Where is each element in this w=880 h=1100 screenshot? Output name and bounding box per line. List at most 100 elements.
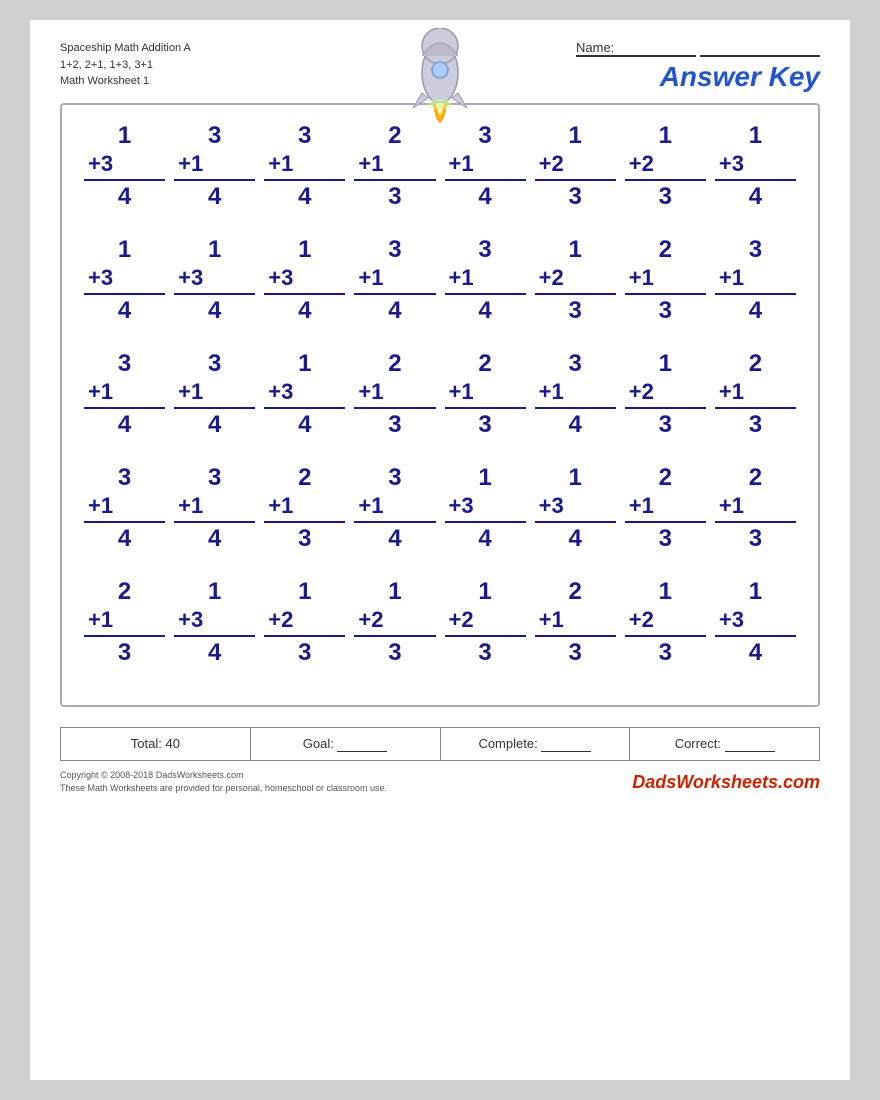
top-number: 1 [569, 464, 582, 493]
addend: +2 [264, 607, 293, 633]
problem-2-7: 2+13 [713, 348, 798, 442]
problem-4-5: 2+13 [533, 576, 618, 670]
problem-0-6: 1+23 [623, 120, 708, 214]
problem-3-6: 2+13 [623, 462, 708, 556]
problem-row-3: 3+143+142+133+141+341+342+132+13 [82, 462, 798, 556]
addend: +1 [264, 493, 293, 519]
top-number: 1 [749, 578, 762, 607]
copyright: Copyright © 2008-2018 DadsWorksheets.com… [60, 769, 820, 796]
top-number: 1 [569, 236, 582, 265]
top-number: 3 [478, 236, 491, 265]
addend: +1 [264, 151, 293, 177]
addend: +1 [174, 379, 203, 405]
top-number: 3 [118, 464, 131, 493]
top-number: 3 [208, 122, 221, 151]
answer: 4 [208, 639, 221, 668]
header-left: Spaceship Math Addition A 1+2, 2+1, 1+3,… [60, 40, 191, 90]
divider-line [264, 179, 345, 181]
correct-blank[interactable] [725, 736, 775, 752]
answer: 4 [298, 183, 311, 212]
divider-line [84, 635, 165, 637]
goal-blank[interactable] [337, 736, 387, 752]
top-number: 1 [298, 578, 311, 607]
addend: +1 [715, 379, 744, 405]
problem-0-5: 1+23 [533, 120, 618, 214]
answer: 4 [749, 297, 762, 326]
divider-line [625, 407, 706, 409]
problem-3-1: 3+14 [172, 462, 257, 556]
addend: +2 [625, 379, 654, 405]
divider-line [264, 635, 345, 637]
problem-1-6: 2+13 [623, 234, 708, 328]
complete-blank[interactable] [541, 736, 591, 752]
divider-line [445, 407, 526, 409]
top-number: 3 [118, 350, 131, 379]
addend: +1 [445, 379, 474, 405]
top-number: 1 [569, 122, 582, 151]
addend: +1 [84, 379, 113, 405]
problem-3-4: 1+34 [443, 462, 528, 556]
divider-line [625, 293, 706, 295]
answer: 3 [298, 525, 311, 554]
top-number: 3 [208, 464, 221, 493]
problem-2-6: 1+23 [623, 348, 708, 442]
divider-line [174, 293, 255, 295]
answer: 4 [478, 183, 491, 212]
answer: 3 [118, 639, 131, 668]
answer: 4 [208, 297, 221, 326]
addend: +1 [174, 493, 203, 519]
problem-row-1: 1+341+341+343+143+141+232+133+14 [82, 234, 798, 328]
answer: 4 [118, 525, 131, 554]
answer: 3 [659, 639, 672, 668]
problem-1-7: 3+14 [713, 234, 798, 328]
problem-3-3: 3+14 [352, 462, 437, 556]
top-number: 3 [388, 236, 401, 265]
addend: +1 [445, 151, 474, 177]
top-number: 1 [659, 350, 672, 379]
divider-line [715, 179, 796, 181]
problem-0-0: 1+34 [82, 120, 167, 214]
problem-0-3: 2+13 [352, 120, 437, 214]
top-number: 3 [298, 122, 311, 151]
problem-4-3: 1+23 [352, 576, 437, 670]
top-number: 2 [478, 350, 491, 379]
problem-2-0: 3+14 [82, 348, 167, 442]
answer: 4 [118, 411, 131, 440]
problem-0-7: 1+34 [713, 120, 798, 214]
addend: +1 [84, 607, 113, 633]
divider-line [264, 521, 345, 523]
top-number: 2 [659, 464, 672, 493]
addend: +3 [715, 607, 744, 633]
divider-line [174, 521, 255, 523]
addend: +3 [715, 151, 744, 177]
divider-line [445, 293, 526, 295]
footer-total: Total: 40 [61, 728, 251, 760]
answer: 3 [388, 639, 401, 668]
problem-3-2: 2+13 [262, 462, 347, 556]
divider-line [174, 179, 255, 181]
name-line: Name: [572, 40, 820, 57]
problem-4-7: 1+34 [713, 576, 798, 670]
divider-line [174, 407, 255, 409]
answer: 3 [569, 183, 582, 212]
name-blank[interactable] [700, 40, 820, 57]
problem-row-0: 1+343+143+142+133+141+231+231+34 [82, 120, 798, 214]
divider-line [625, 635, 706, 637]
divider-line [84, 521, 165, 523]
problem-row-4: 2+131+341+231+231+232+131+231+34 [82, 576, 798, 670]
problem-2-5: 3+14 [533, 348, 618, 442]
problem-2-3: 2+13 [352, 348, 437, 442]
answer: 4 [118, 297, 131, 326]
problem-1-5: 1+23 [533, 234, 618, 328]
answer: 4 [478, 297, 491, 326]
problem-4-4: 1+23 [443, 576, 528, 670]
addend: +1 [715, 265, 744, 291]
top-number: 3 [388, 464, 401, 493]
answer: 4 [749, 183, 762, 212]
addend: +1 [535, 607, 564, 633]
addend: +3 [535, 493, 564, 519]
top-number: 1 [478, 464, 491, 493]
problem-1-1: 1+34 [172, 234, 257, 328]
addend: +2 [625, 151, 654, 177]
top-number: 1 [749, 122, 762, 151]
